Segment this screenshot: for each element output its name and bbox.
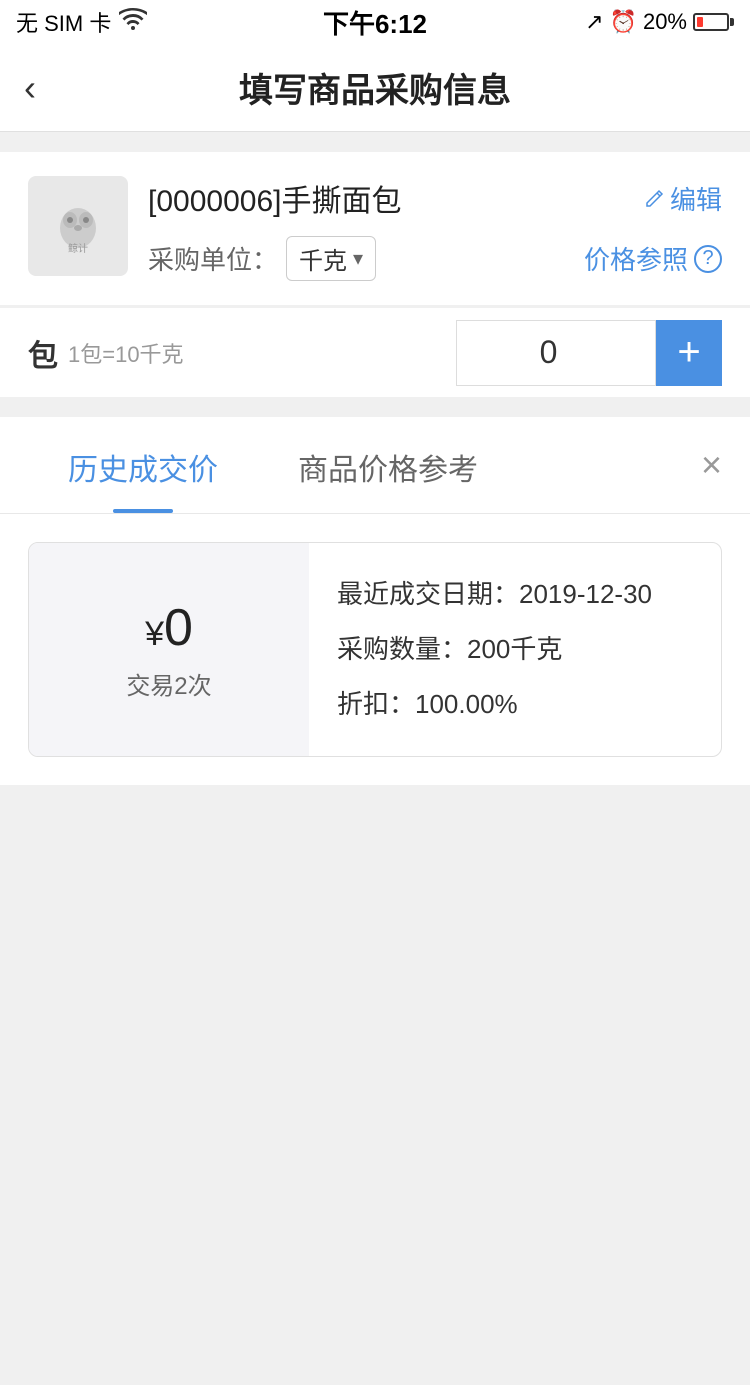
content-bottom (0, 785, 750, 1385)
alarm-icon: ⏰ (610, 9, 637, 35)
page-title: 填写商品采购信息 (239, 63, 511, 112)
quantity-input-area: + (456, 320, 722, 386)
nav-bar: ‹ 填写商品采购信息 (0, 44, 750, 132)
quantity-input[interactable] (456, 320, 656, 386)
quantity-plus-button[interactable]: + (656, 320, 722, 386)
gps-icon: ↗ (585, 9, 603, 35)
battery-percent: 20% (643, 9, 687, 35)
chevron-down-icon: ▾ (353, 246, 363, 271)
product-info: [0000006]手撕面包 编辑 采购单位： 千克 ▾ 价格参照 ? (148, 176, 722, 281)
recent-date-line: 最近成交日期：2019-12-30 (337, 575, 693, 614)
status-time: 下午6:12 (323, 4, 427, 41)
product-thumbnail: 鲸计 (28, 176, 128, 276)
product-name: [0000006]手撕面包 (148, 176, 401, 220)
price-value: ¥0 (145, 598, 193, 658)
tab-close-button[interactable]: × (681, 424, 722, 506)
quantity-label: 包 1包=10千克 (28, 331, 184, 375)
product-card: 鲸计 [0000006]手撕面包 编辑 采购单位： 千克 ▾ (0, 152, 750, 305)
price-left: ¥0 交易2次 (29, 543, 309, 756)
discount-line: 折扣：100.00% (337, 685, 693, 724)
status-right: ↗ ⏰ 20% (585, 9, 734, 35)
unit-select[interactable]: 千克 ▾ (286, 236, 376, 281)
carrier-text: 无 SIM 卡 (16, 6, 111, 38)
help-icon: ? (694, 245, 722, 273)
tab-price-reference[interactable]: 商品价格参考 (258, 417, 518, 513)
svg-text:鲸计: 鲸计 (68, 242, 88, 255)
tab-history-price[interactable]: 历史成交价 (28, 417, 258, 513)
purchase-qty-line: 采购数量：200千克 (337, 630, 693, 669)
price-card: ¥0 交易2次 最近成交日期：2019-12-30 采购数量：200千克 折扣：… (28, 542, 722, 757)
tabs-section: 历史成交价 商品价格参考 × ¥0 交易2次 最近成交日期：2019-12-30… (0, 417, 750, 785)
unit-description: 1包=10千克 (68, 337, 184, 369)
unit-label: 采购单位： (148, 240, 278, 277)
trade-count: 交易2次 (126, 666, 211, 701)
price-right: 最近成交日期：2019-12-30 采购数量：200千克 折扣：100.00% (309, 543, 721, 756)
card-content: ¥0 交易2次 最近成交日期：2019-12-30 采购数量：200千克 折扣：… (0, 514, 750, 785)
wifi-icon (119, 8, 147, 36)
unit-badge: 包 (28, 331, 58, 375)
status-left: 无 SIM 卡 (16, 6, 147, 38)
edit-button[interactable]: 编辑 (644, 180, 722, 217)
battery-icon (693, 13, 734, 31)
tabs-header: 历史成交价 商品价格参考 × (0, 417, 750, 514)
price-ref-button[interactable]: 价格参照 ? (584, 240, 722, 277)
quantity-row: 包 1包=10千克 + (0, 307, 750, 397)
back-button[interactable]: ‹ (24, 67, 36, 109)
status-bar: 无 SIM 卡 下午6:12 ↗ ⏰ 20% (0, 0, 750, 44)
